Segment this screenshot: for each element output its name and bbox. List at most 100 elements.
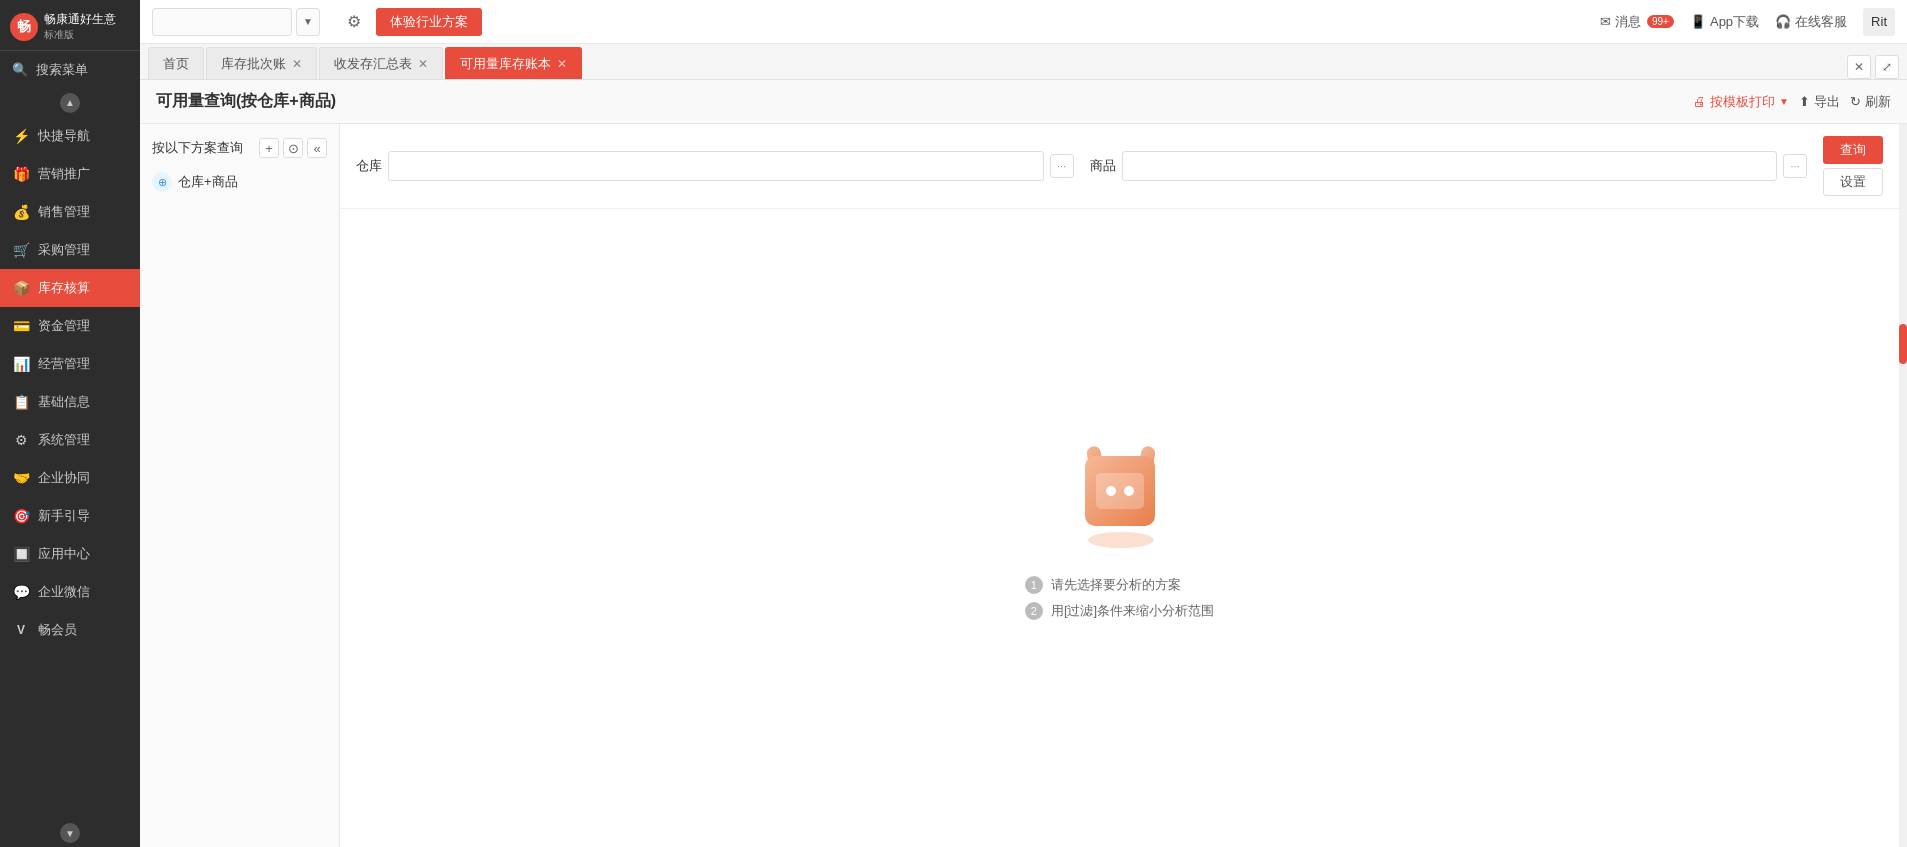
sidebar-item-label: 系统管理 (38, 431, 90, 449)
tab-available-stock-close[interactable]: ✕ (557, 57, 567, 71)
topbar-input-area: ▼ (152, 8, 332, 36)
template-print-label: 按模板打印 (1710, 93, 1775, 111)
member-icon: V (12, 621, 30, 639)
sidebar-item-label: 基础信息 (38, 393, 90, 411)
sidebar-item-finance[interactable]: 💳 资金管理 (0, 307, 140, 345)
sidebar-item-label: 畅会员 (38, 621, 77, 639)
empty-state-tips: 1 请先选择要分析的方案 2 用[过滤]条件来缩小分析范围 (1025, 576, 1214, 620)
online-service-btn[interactable]: 🎧 在线客服 (1775, 13, 1847, 31)
tip-text-1: 请先选择要分析的方案 (1051, 576, 1181, 594)
empty-state-illustration (1060, 436, 1180, 556)
settings-btn[interactable]: 设置 (1823, 168, 1883, 196)
tab-batch-account[interactable]: 库存批次账 ✕ (206, 47, 317, 79)
tip-num-1: 1 (1025, 576, 1043, 594)
settings-scheme-btn[interactable]: ⊙ (283, 138, 303, 158)
app-center-icon: 🔲 (12, 545, 30, 563)
tab-close-btn[interactable]: ✕ (1847, 55, 1871, 79)
sidebar-item-guide[interactable]: 🎯 新手引导 (0, 497, 140, 535)
sidebar-item-basic[interactable]: 📋 基础信息 (0, 383, 140, 421)
sidebar-brand-name: 畅康通好生意 (44, 12, 116, 28)
sidebar-item-inventory[interactable]: 📦 库存核算 (0, 269, 140, 307)
sidebar-logo-icon: 畅 (10, 13, 38, 41)
left-panel-header: 按以下方案查询 + ⊙ « (140, 132, 339, 164)
guide-icon: 🎯 (12, 507, 30, 525)
product-filter-more-btn[interactable]: ··· (1783, 154, 1807, 178)
sidebar-brand-sub: 标准版 (44, 28, 116, 42)
sidebar-item-label: 应用中心 (38, 545, 90, 563)
message-btn[interactable]: ✉ 消息 99+ (1600, 13, 1674, 31)
print-dropdown-icon: ▼ (1779, 96, 1789, 107)
template-print-btn[interactable]: 🖨 按模板打印 ▼ (1693, 93, 1789, 111)
purchase-icon: 🛒 (12, 241, 30, 259)
operation-icon: 📊 (12, 355, 30, 373)
sidebar-item-purchase[interactable]: 🛒 采购管理 (0, 231, 140, 269)
sidebar: 畅 畅康通好生意 标准版 🔍 搜索菜单 ▲ ⚡ 快捷导航 🎁 营销推广 💰 销售… (0, 0, 140, 847)
query-btn[interactable]: 查询 (1823, 136, 1883, 164)
sidebar-item-label: 营销推广 (38, 165, 90, 183)
app-download-btn[interactable]: 📱 App下载 (1690, 13, 1759, 31)
topbar-gear-btn[interactable]: ⚙ (340, 8, 368, 36)
topbar: ▼ ⚙ 体验行业方案 ✉ 消息 99+ 📱 App下载 🎧 在线客服 Rit (140, 0, 1907, 44)
print-icon: 🖨 (1693, 94, 1706, 109)
empty-state: 1 请先选择要分析的方案 2 用[过滤]条件来缩小分析范围 (340, 209, 1899, 847)
user-avatar-area[interactable]: Rit (1863, 8, 1895, 36)
tab-batch-account-label: 库存批次账 (221, 55, 286, 73)
tab-available-stock[interactable]: 可用量库存账本 ✕ (445, 47, 582, 79)
add-scheme-btn[interactable]: + (259, 138, 279, 158)
content-area: 按以下方案查询 + ⊙ « ⊕ 仓库+商品 仓库 ··· (140, 124, 1907, 847)
scheme-item-label: 仓库+商品 (178, 173, 238, 191)
tab-receipt-summary[interactable]: 收发存汇总表 ✕ (319, 47, 443, 79)
message-label: 消息 (1615, 13, 1641, 31)
tab-batch-account-close[interactable]: ✕ (292, 57, 302, 71)
tab-home[interactable]: 首页 (148, 47, 204, 79)
main-content: ▼ ⚙ 体验行业方案 ✉ 消息 99+ 📱 App下载 🎧 在线客服 Rit (140, 0, 1907, 847)
topbar-search-input[interactable] (152, 8, 292, 36)
sidebar-item-label: 经营管理 (38, 355, 90, 373)
sidebar-search[interactable]: 🔍 搜索菜单 (0, 51, 140, 89)
export-label: 导出 (1814, 93, 1840, 111)
topbar-dropdown-btn[interactable]: ▼ (296, 8, 320, 36)
warehouse-filter-more-btn[interactable]: ··· (1050, 154, 1074, 178)
quick-nav-icon: ⚡ (12, 127, 30, 145)
sidebar-scroll-up[interactable]: ▲ (60, 93, 80, 113)
sidebar-item-system[interactable]: ⚙ 系统管理 (0, 421, 140, 459)
left-panel-title: 按以下方案查询 (152, 139, 243, 157)
sidebar-item-app-center[interactable]: 🔲 应用中心 (0, 535, 140, 573)
sidebar-header: 畅 畅康通好生意 标准版 (0, 0, 140, 51)
sidebar-item-label: 销售管理 (38, 203, 90, 221)
tab-expand-btn[interactable]: ⤢ (1875, 55, 1899, 79)
export-btn[interactable]: ⬆ 导出 (1799, 93, 1840, 111)
online-service-label: 在线客服 (1795, 13, 1847, 31)
sidebar-item-enterprise[interactable]: 🤝 企业协同 (0, 459, 140, 497)
sidebar-item-quick-nav[interactable]: ⚡ 快捷导航 (0, 117, 140, 155)
sidebar-scroll-down[interactable]: ▼ (60, 823, 80, 843)
tip-num-2: 2 (1025, 602, 1043, 620)
sidebar-item-label: 采购管理 (38, 241, 90, 259)
finance-icon: 💳 (12, 317, 30, 335)
topbar-actions: ✉ 消息 99+ 📱 App下载 🎧 在线客服 Rit (1600, 8, 1895, 36)
left-panel-actions: + ⊙ « (259, 138, 327, 158)
tab-available-stock-label: 可用量库存账本 (460, 55, 551, 73)
product-filter-input[interactable] (1122, 151, 1778, 181)
basic-icon: 📋 (12, 393, 30, 411)
enterprise-icon: 🤝 (12, 469, 30, 487)
message-badge: 99+ (1647, 15, 1674, 28)
sidebar-nav: ⚡ 快捷导航 🎁 营销推广 💰 销售管理 🛒 采购管理 📦 库存核算 💳 资金管… (0, 117, 140, 819)
scheme-item-warehouse-product[interactable]: ⊕ 仓库+商品 (140, 164, 339, 200)
sidebar-item-sales[interactable]: 💰 销售管理 (0, 193, 140, 231)
sidebar-item-operation[interactable]: 📊 经营管理 (0, 345, 140, 383)
filter-row: 仓库 ··· 商品 ··· 查询 设置 (340, 124, 1899, 209)
scrollbar-thumb[interactable] (1899, 324, 1907, 364)
right-scrollbar (1899, 124, 1907, 847)
refresh-label: 刷新 (1865, 93, 1891, 111)
warehouse-filter-label: 仓库 (356, 157, 382, 175)
sidebar-item-member[interactable]: V 畅会员 (0, 611, 140, 649)
sidebar-item-wechat[interactable]: 💬 企业微信 (0, 573, 140, 611)
refresh-btn[interactable]: ↻ 刷新 (1850, 93, 1891, 111)
tab-receipt-summary-close[interactable]: ✕ (418, 57, 428, 71)
warehouse-filter-input[interactable] (388, 151, 1044, 181)
message-icon: ✉ (1600, 14, 1611, 29)
trial-industry-btn[interactable]: 体验行业方案 (376, 8, 482, 36)
collapse-panel-btn[interactable]: « (307, 138, 327, 158)
sidebar-item-marketing[interactable]: 🎁 营销推广 (0, 155, 140, 193)
